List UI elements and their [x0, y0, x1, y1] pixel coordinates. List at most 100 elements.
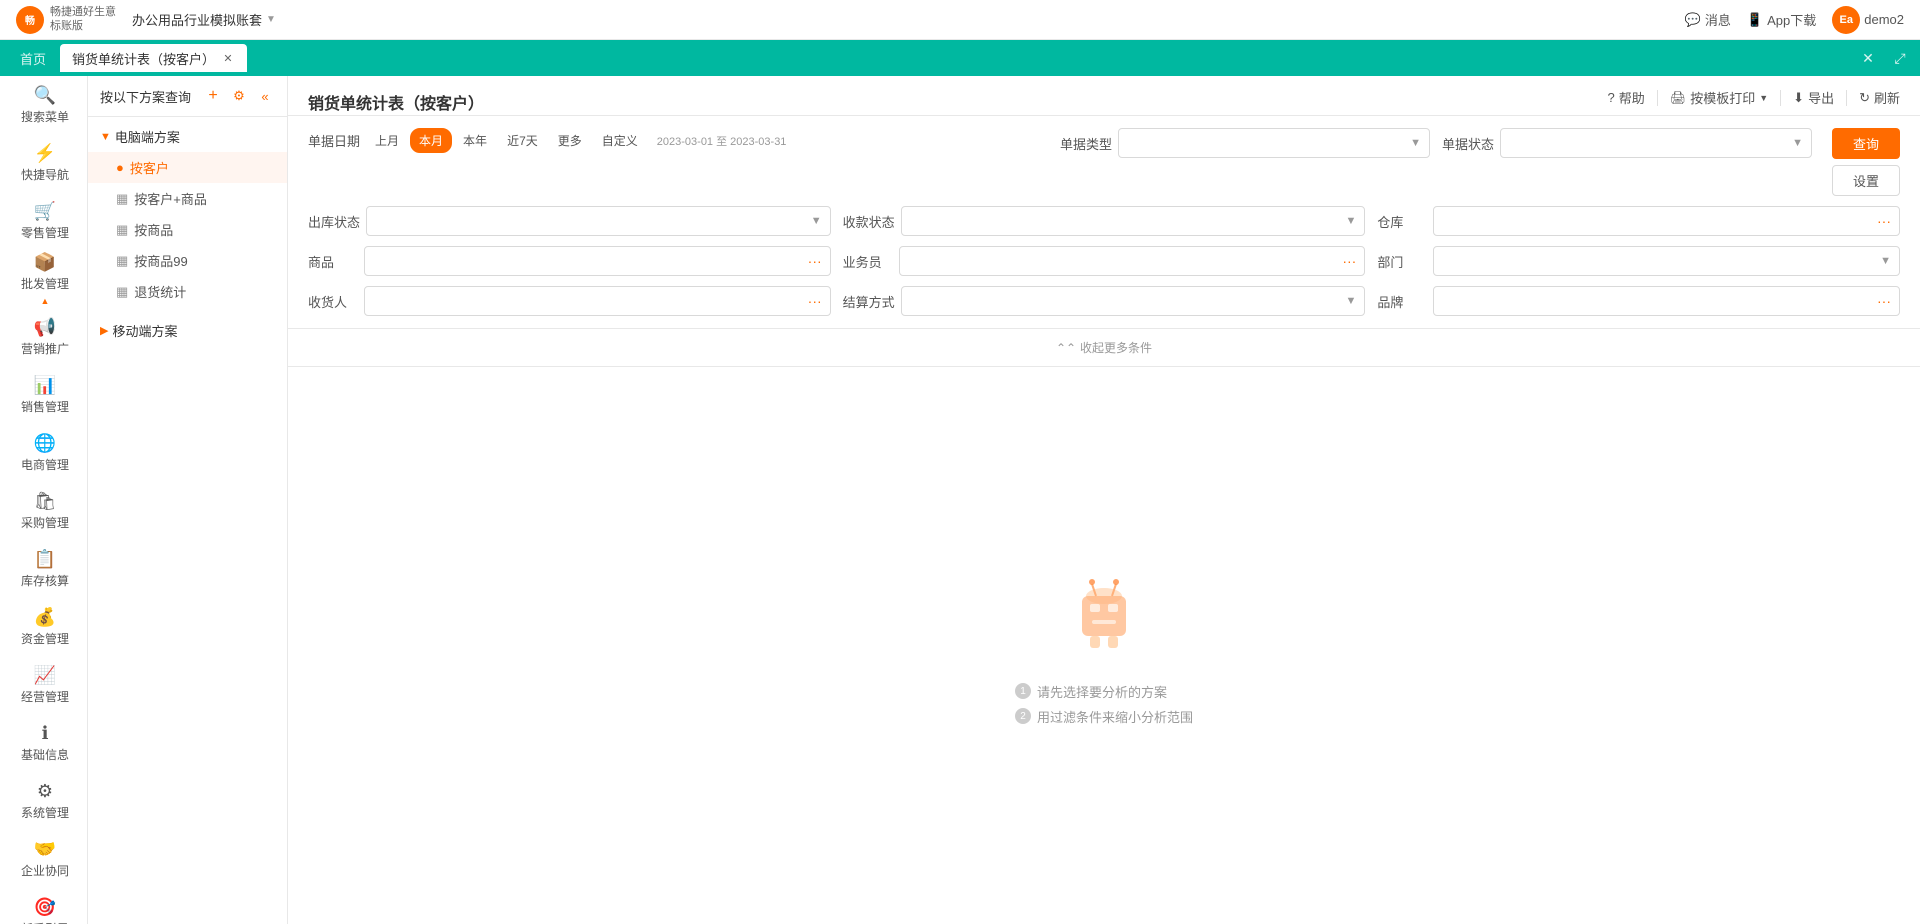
- date-filter: 单据日期 上月 本月 本年 近7天 更多 自定义 2023-03-01 至 20…: [308, 128, 1048, 153]
- sidebar-item-retail[interactable]: 🛒 零售管理: [0, 192, 87, 250]
- date-last7-btn[interactable]: 近7天: [498, 128, 547, 153]
- date-this-month-btn[interactable]: 本月: [410, 128, 452, 153]
- doc-type-input[interactable]: ▼: [1118, 128, 1430, 158]
- date-more-btn[interactable]: 更多: [549, 128, 591, 153]
- refresh-button[interactable]: ↻ 刷新: [1859, 88, 1900, 107]
- collapse-bar: ⌃⌃ 收起更多条件: [288, 329, 1920, 367]
- sidebar-item-basic[interactable]: ℹ 基础信息: [0, 714, 87, 772]
- sidebar-item-inventory[interactable]: 📋 库存核算: [0, 540, 87, 598]
- avatar: Ea: [1832, 6, 1860, 34]
- divider-1: [1657, 90, 1658, 106]
- salesperson-dots-icon[interactable]: ···: [1342, 253, 1356, 269]
- scheme-group-desktop-header[interactable]: ▼ 电脑端方案: [88, 121, 287, 152]
- sidebar-item-operation[interactable]: 📈 经营管理: [0, 656, 87, 714]
- empty-hint-2: 2 用过滤条件来缩小分析范围: [1015, 707, 1193, 726]
- gear-icon: ⚙: [37, 781, 53, 802]
- sidebar-item-system[interactable]: ⚙ 系统管理: [0, 772, 87, 830]
- export-button[interactable]: ⬇ 导出: [1793, 88, 1834, 107]
- return-icon: ▦: [116, 284, 128, 300]
- sidebar-item-sales[interactable]: 📊 销售管理: [0, 366, 87, 424]
- scheme-group-mobile-header[interactable]: ▶ 移动端方案: [88, 315, 287, 346]
- app-selector[interactable]: 办公用品行业模拟账套 ▼: [124, 6, 284, 33]
- consignee-input[interactable]: ···: [364, 286, 831, 316]
- settle-input[interactable]: ▼: [901, 286, 1366, 316]
- divider-3: [1846, 90, 1847, 106]
- export-icon: ⬇: [1793, 90, 1804, 106]
- brand-filter: 品牌 ···: [1377, 286, 1900, 316]
- chevron-down-doc-type-icon: ▼: [1410, 137, 1421, 149]
- trending-icon: 📈: [34, 665, 56, 686]
- user-icon: ●: [116, 160, 124, 175]
- handshake-icon: 🤝: [34, 839, 56, 860]
- help-button[interactable]: ? 帮助: [1607, 88, 1644, 107]
- empty-hint-1: 1 请先选择要分析的方案: [1015, 682, 1167, 701]
- sidebar-item-ecommerce[interactable]: 🌐 电商管理: [0, 424, 87, 482]
- logo-area: 畅 畅捷通好生意 标账版: [16, 6, 116, 34]
- date-last-month-btn[interactable]: 上月: [366, 128, 408, 153]
- box-icon: 📦: [34, 252, 56, 273]
- header-left: 畅 畅捷通好生意 标账版 办公用品行业模拟账套 ▼: [16, 6, 284, 34]
- goods-dots-icon[interactable]: ···: [808, 253, 822, 269]
- scheme-child-customer[interactable]: ● 按客户: [88, 152, 287, 183]
- chevron-down-recv-status-icon: ▼: [1345, 215, 1356, 227]
- scheme-child-goods99[interactable]: ▦ 按商品99: [88, 245, 287, 276]
- app-download-button[interactable]: 📱 App下载: [1747, 10, 1816, 29]
- doc-status-input[interactable]: ▼: [1500, 128, 1812, 158]
- message-icon: 💬: [1685, 12, 1701, 28]
- recv-status-input[interactable]: ▼: [901, 206, 1366, 236]
- tab-close-button[interactable]: ✕: [221, 51, 235, 65]
- date-this-year-btn[interactable]: 本年: [454, 128, 496, 153]
- scheme-add-button[interactable]: +: [203, 86, 223, 106]
- out-status-input[interactable]: ▼: [366, 206, 831, 236]
- user-profile[interactable]: Ea demo2: [1832, 6, 1904, 34]
- sidebar-item-finance[interactable]: 💰 资金管理: [0, 598, 87, 656]
- sidebar-item-wholesale[interactable]: 📦 批发管理 ▲: [0, 250, 87, 308]
- close-window-button[interactable]: ✕: [1856, 46, 1880, 70]
- chart-bar-icon: ▦: [116, 191, 128, 207]
- scheme-child-return[interactable]: ▦ 退货统计: [88, 276, 287, 307]
- query-button[interactable]: 查询: [1832, 128, 1900, 159]
- settings-button[interactable]: 设置: [1832, 165, 1900, 196]
- tab-bar: 首页 销货单统计表（按客户） ✕ ✕ ⤢: [0, 40, 1920, 76]
- print-icon: 🖨: [1670, 90, 1687, 106]
- sidebar-item-quicknav[interactable]: ⚡ 快捷导航: [0, 134, 87, 192]
- sidebar-item-newbie[interactable]: 🎯 新手引导: [0, 888, 87, 924]
- warehouse-dots-icon[interactable]: ···: [1877, 213, 1891, 229]
- date-range-text: 2023-03-01 至 2023-03-31: [657, 133, 787, 149]
- empty-illustration: [1054, 566, 1154, 666]
- warehouse-input[interactable]: ···: [1433, 206, 1900, 236]
- tab-home[interactable]: 首页: [8, 44, 58, 72]
- scheme-settings-button[interactable]: ⚙: [229, 86, 249, 106]
- date-custom-btn[interactable]: 自定义: [593, 128, 647, 153]
- money-icon: 💰: [34, 607, 56, 628]
- sidebar-item-purchase[interactable]: 🛍 采购管理: [0, 482, 87, 540]
- empty-hint: 1 请先选择要分析的方案 2 用过滤条件来缩小分析范围: [1015, 682, 1193, 726]
- tab-sales-stat[interactable]: 销货单统计表（按客户） ✕: [60, 44, 247, 72]
- message-button[interactable]: 💬 消息: [1685, 10, 1731, 29]
- header-right: 💬 消息 📱 App下载 Ea demo2: [1685, 6, 1904, 34]
- chevron-down-icon: ▼: [266, 14, 276, 25]
- template-print-button[interactable]: 🖨 按模板打印 ▼: [1670, 88, 1768, 107]
- divider-2: [1780, 90, 1781, 106]
- box-alt-icon: ▦: [116, 253, 128, 269]
- sidebar-item-marketing[interactable]: 📢 营销推广: [0, 308, 87, 366]
- brand-input[interactable]: ···: [1433, 286, 1900, 316]
- scheme-group-mobile: ▶ 移动端方案: [88, 311, 287, 350]
- collapse-button[interactable]: ⌃⌃ 收起更多条件: [1044, 335, 1164, 360]
- scheme-collapse-button[interactable]: «: [255, 86, 275, 106]
- scheme-list: ▼ 电脑端方案 ● 按客户 ▦ 按客户+商品 ▦ 按商品: [88, 117, 287, 924]
- filter-area: 单据日期 上月 本月 本年 近7天 更多 自定义 2023-03-01 至 20…: [288, 116, 1920, 329]
- scheme-child-customer-goods[interactable]: ▦ 按客户+商品: [88, 183, 287, 214]
- department-input[interactable]: ▼: [1433, 246, 1900, 276]
- salesperson-filter: 业务员 ···: [843, 246, 1366, 276]
- filter-row-4: 收货人 ··· 结算方式 ▼ 品牌: [308, 286, 1900, 316]
- sidebar-item-enterprise[interactable]: 🤝 企业协同: [0, 830, 87, 888]
- salesperson-input[interactable]: ···: [899, 246, 1366, 276]
- brand-dots-icon[interactable]: ···: [1877, 293, 1891, 309]
- sidebar-item-search[interactable]: 🔍 搜索菜单: [0, 76, 87, 134]
- scheme-child-goods[interactable]: ▦ 按商品: [88, 214, 287, 245]
- consignee-dots-icon[interactable]: ···: [808, 293, 822, 309]
- maximize-button[interactable]: ⤢: [1888, 46, 1912, 70]
- goods-input[interactable]: ···: [364, 246, 831, 276]
- logo-text: 畅捷通好生意 标账版: [50, 6, 116, 32]
